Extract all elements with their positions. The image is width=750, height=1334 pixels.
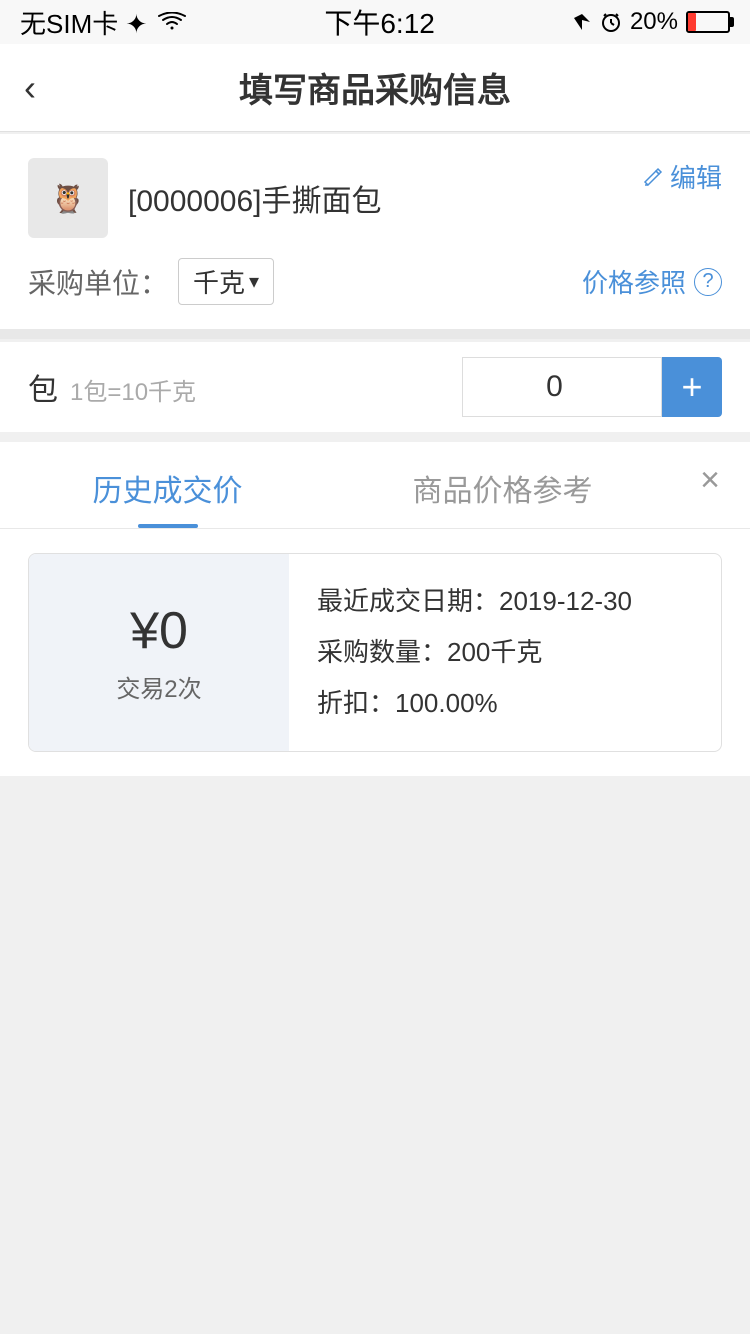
price-detail-discount: 折扣：100.00% (317, 684, 693, 723)
price-value: 0 (159, 602, 188, 660)
discount-label: 折扣： (317, 688, 395, 718)
price-currency: ¥ (130, 602, 159, 660)
price-card-container: ¥0 交易2次 最近成交日期：2019-12-30 采购数量：200千克 折扣：… (0, 529, 750, 776)
back-button[interactable]: ‹ (24, 67, 36, 109)
price-ref-label: 价格参照 (582, 263, 686, 300)
unit-value: 千克 (193, 263, 245, 300)
unit-label: 采购单位： (28, 262, 168, 302)
tab-price-ref-label: 商品价格参考 (413, 475, 593, 508)
alarm-icon (600, 11, 622, 33)
price-card-right: 最近成交日期：2019-12-30 采购数量：200千克 折扣：100.00% (289, 554, 721, 751)
recent-date-label: 最近成交日期： (317, 586, 499, 616)
price-ref-button[interactable]: 价格参照 ? (582, 263, 722, 300)
product-left: 🦉 [0000006]手撕面包 (28, 158, 381, 238)
tab-history-price[interactable]: 历史成交价 (0, 442, 335, 528)
unit-dropdown-arrow: ▾ (249, 269, 259, 294)
tabs-close-button[interactable]: × (670, 461, 750, 510)
quantity-section: 包 1包=10千克 + (0, 341, 750, 432)
divider (0, 329, 750, 339)
plus-icon: + (681, 366, 702, 408)
battery-percent-text: 20% (630, 8, 678, 36)
status-right: 20% (572, 8, 730, 36)
page-title: 填写商品采购信息 (239, 63, 511, 112)
price-amount: ¥0 (130, 601, 188, 661)
battery-fill (688, 13, 696, 31)
tab-product-price-ref[interactable]: 商品价格参考 (335, 442, 670, 528)
qty-input[interactable] (462, 357, 662, 417)
edit-label: 编辑 (670, 158, 722, 195)
close-icon: × (700, 461, 720, 500)
status-bar: 无SIM卡 ✦ 下午6:12 20% (0, 0, 750, 44)
price-card: ¥0 交易2次 最近成交日期：2019-12-30 采购数量：200千克 折扣：… (28, 553, 722, 752)
carrier-text: 无SIM卡 ✦ (20, 4, 147, 41)
qty-label-group: 包 1包=10千克 (28, 365, 196, 409)
status-left: 无SIM卡 ✦ (20, 4, 187, 41)
qty-detail-value: 200千克 (447, 637, 542, 667)
recent-date-value: 2019-12-30 (499, 586, 632, 616)
price-ref-info-icon: ? (694, 268, 722, 296)
product-unit-row: 采购单位： 千克 ▾ 价格参照 ? (28, 258, 722, 305)
tabs-bar: 历史成交价 商品价格参考 × (0, 442, 750, 529)
product-header: 🦉 [0000006]手撕面包 编辑 (28, 158, 722, 238)
quantity-row: 包 1包=10千克 + (28, 342, 722, 432)
edit-icon (642, 166, 664, 188)
unit-left: 采购单位： 千克 ▾ (28, 258, 274, 305)
edit-button[interactable]: 编辑 (642, 158, 722, 195)
discount-value: 100.00% (395, 688, 498, 718)
product-thumb-icon: 🦉 (51, 182, 86, 215)
qty-label: 采购数量： (317, 637, 447, 667)
product-name: [0000006]手撕面包 (128, 176, 381, 220)
qty-conversion-text: 1包=10千克 (70, 372, 196, 407)
status-time: 下午6:12 (324, 2, 435, 42)
qty-input-group: + (462, 357, 722, 417)
price-detail-qty: 采购数量：200千克 (317, 633, 693, 672)
price-detail-date: 最近成交日期：2019-12-30 (317, 582, 693, 621)
unit-select[interactable]: 千克 ▾ (178, 258, 274, 305)
main-content: 历史成交价 商品价格参考 × ¥0 交易2次 最近成交日期：20 (0, 442, 750, 1042)
battery-indicator (686, 11, 730, 33)
wifi-icon (157, 12, 187, 32)
tabs-section: 历史成交价 商品价格参考 × ¥0 交易2次 最近成交日期：20 (0, 442, 750, 776)
qty-plus-button[interactable]: + (662, 357, 722, 417)
location-icon (572, 12, 592, 32)
nav-bar: ‹ 填写商品采购信息 (0, 44, 750, 132)
tab-history-label: 历史成交价 (93, 475, 243, 508)
price-transactions: 交易2次 (116, 669, 201, 704)
product-section: 🦉 [0000006]手撕面包 编辑 采购单位： 千克 ▾ 价格参照 ? (0, 134, 750, 329)
price-card-left: ¥0 交易2次 (29, 554, 289, 751)
product-thumbnail: 🦉 (28, 158, 108, 238)
qty-unit-text: 包 (28, 365, 58, 409)
